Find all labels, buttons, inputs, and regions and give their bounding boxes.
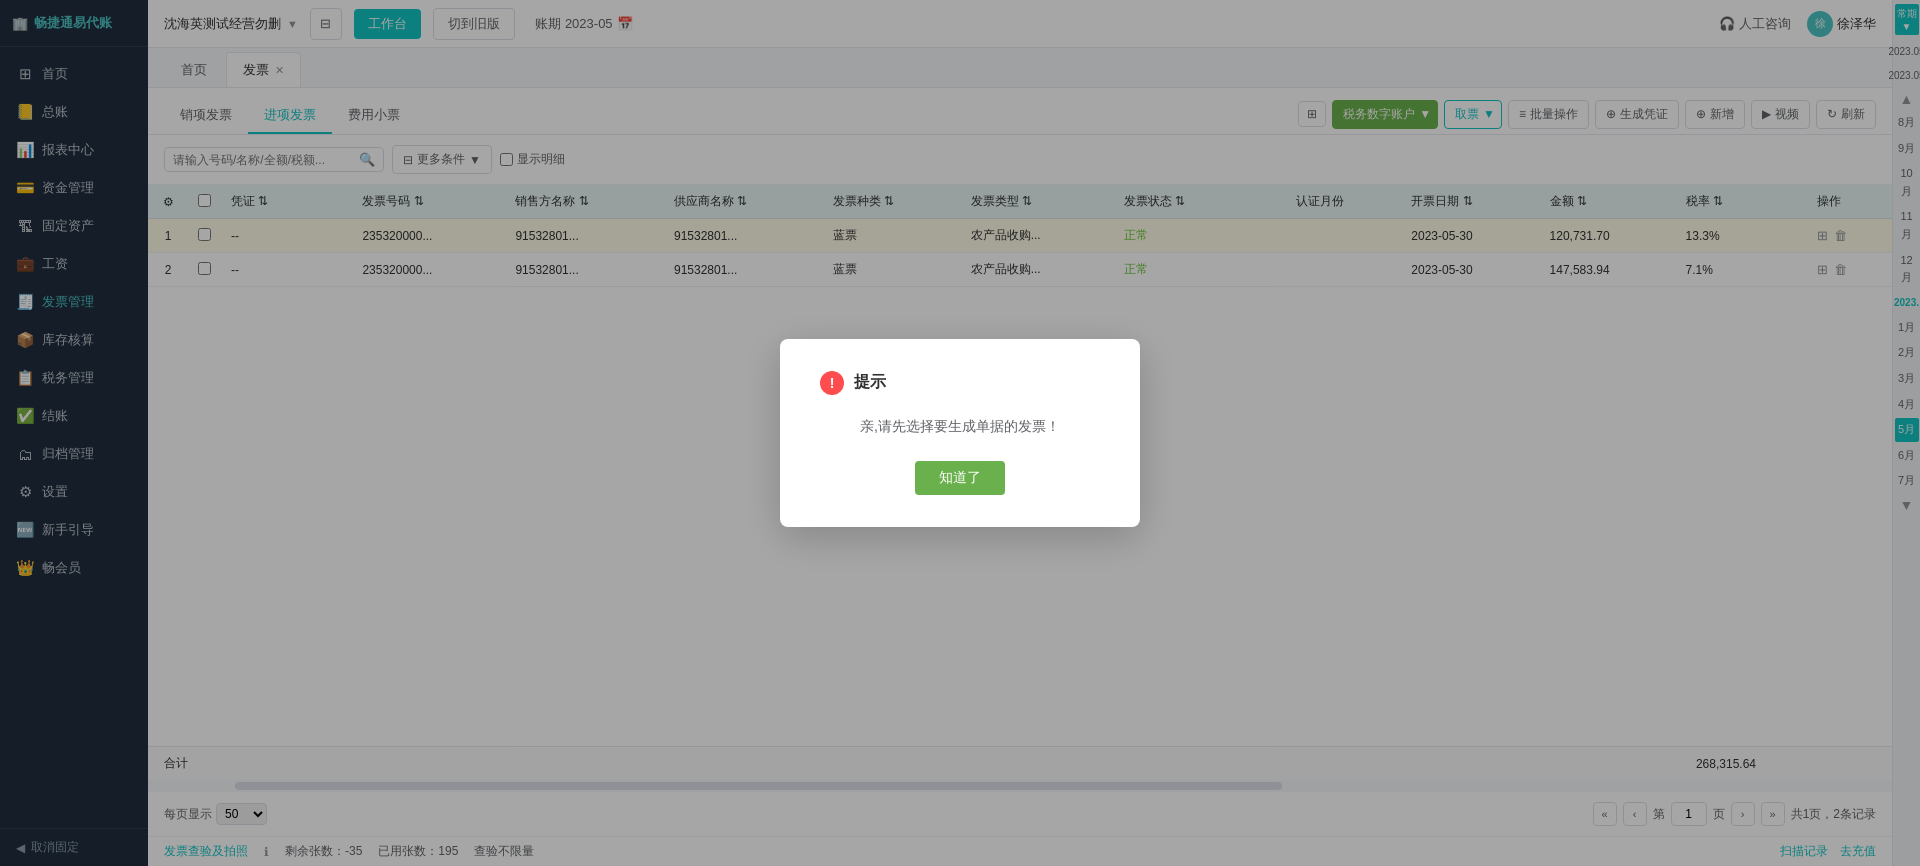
warning-symbol: !	[830, 375, 835, 391]
modal-message: 亲,请先选择要生成单据的发票！	[820, 415, 1100, 437]
modal-overlay[interactable]: ! 提示 亲,请先选择要生成单据的发票！ 知道了	[0, 0, 1920, 866]
alert-modal: ! 提示 亲,请先选择要生成单据的发票！ 知道了	[780, 339, 1140, 527]
modal-footer: 知道了	[820, 461, 1100, 495]
modal-confirm-button[interactable]: 知道了	[915, 461, 1005, 495]
warning-icon: !	[820, 371, 844, 395]
modal-title: 提示	[854, 372, 886, 393]
modal-title-row: ! 提示	[820, 371, 1100, 395]
